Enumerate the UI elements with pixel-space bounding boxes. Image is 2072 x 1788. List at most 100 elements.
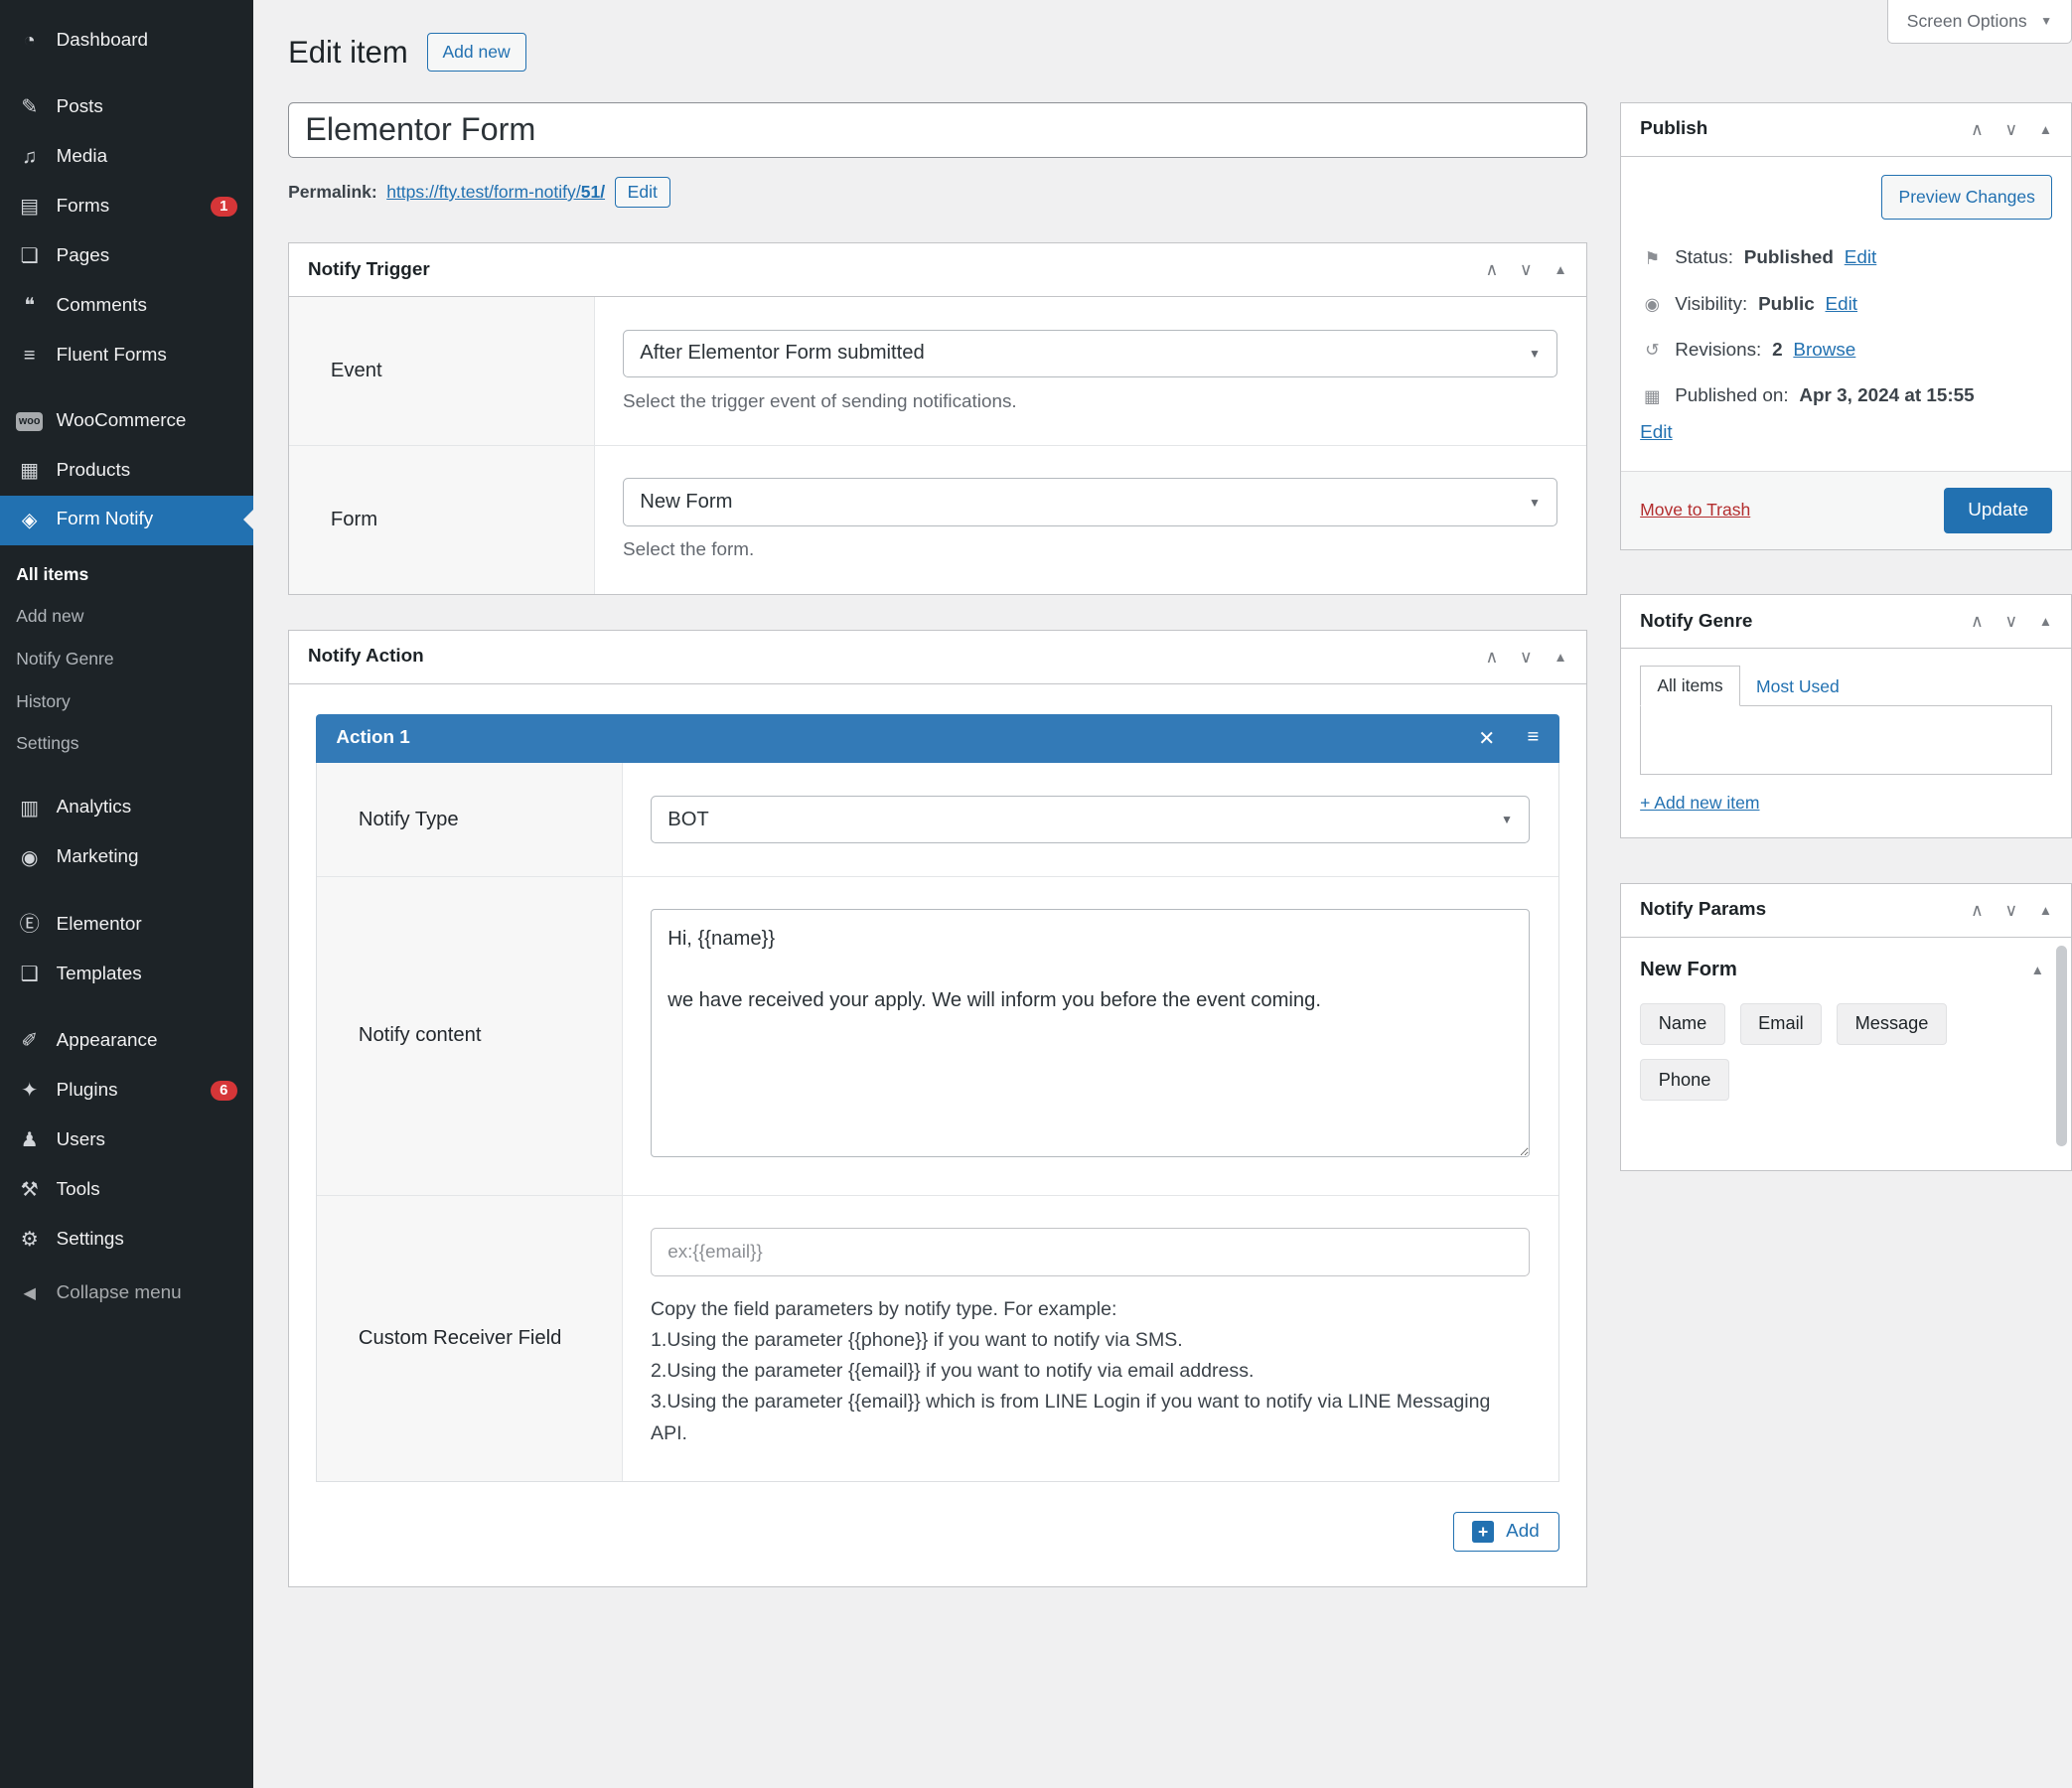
notify-type-select[interactable]: BOT ▼: [651, 795, 1531, 844]
metabox-title: Notify Genre: [1640, 610, 1753, 632]
sidebar-item-media[interactable]: ♫ Media: [0, 133, 253, 183]
revisions-label: Revisions:: [1675, 339, 1762, 361]
drag-handle-icon[interactable]: ≡: [1528, 726, 1540, 751]
submenu-item-add-new[interactable]: Add new: [0, 596, 253, 639]
post-title-input[interactable]: [288, 101, 1587, 159]
sidebar-item-elementor[interactable]: Ⓔ Elementor: [0, 900, 253, 950]
products-icon: ▦: [20, 459, 40, 482]
add-action-button[interactable]: + Add: [1452, 1512, 1559, 1553]
order-up-icon[interactable]: ∧: [1475, 254, 1509, 286]
published-on-edit-link[interactable]: Edit: [1640, 422, 1673, 443]
sidebar-item-label: Form Notify: [56, 509, 154, 530]
sidebar-item-analytics[interactable]: ▥ Analytics: [0, 784, 253, 833]
submenu-item-all-items[interactable]: All items: [0, 553, 253, 596]
metabox-header[interactable]: Notify Params ∧ ∨ ▲: [1621, 884, 2071, 938]
metabox-header[interactable]: Notify Action ∧ ∨ ▲: [289, 631, 1586, 684]
plus-icon: +: [1472, 1521, 1494, 1543]
sidebar-item-settings[interactable]: ⚙ Settings: [0, 1215, 253, 1265]
calendar-icon: ▦: [1644, 385, 1661, 406]
sidebar-item-form-notify[interactable]: ◈ Form Notify: [0, 495, 254, 545]
param-chip-phone[interactable]: Phone: [1640, 1059, 1729, 1102]
submenu-item-settings[interactable]: Settings: [0, 722, 253, 765]
custom-receiver-input[interactable]: [651, 1228, 1531, 1277]
order-up-icon[interactable]: ∧: [1960, 113, 1994, 145]
tools-icon: ⚒: [20, 1178, 39, 1201]
event-select[interactable]: After Elementor Form submitted ▼: [623, 329, 1558, 378]
screen-options-button[interactable]: Screen Options ▼: [1886, 0, 2072, 44]
sidebar-item-label: Analytics: [56, 797, 132, 819]
toggle-panel-icon[interactable]: ▲: [2028, 609, 2063, 635]
page-title: Edit item: [288, 34, 408, 70]
add-new-genre-link[interactable]: + Add new item: [1640, 793, 1759, 813]
sidebar-item-marketing[interactable]: ◉ Marketing: [0, 833, 253, 883]
action-header-bar[interactable]: Action 1 ✕ ≡: [316, 713, 1559, 764]
published-on-label: Published on:: [1675, 385, 1789, 407]
sidebar-item-appearance[interactable]: ✐ Appearance: [0, 1016, 253, 1066]
sidebar-item-fluent-forms[interactable]: ≡ Fluent Forms: [0, 331, 253, 380]
submenu-item-notify-genre[interactable]: Notify Genre: [0, 638, 253, 680]
update-button[interactable]: Update: [1944, 488, 2053, 533]
permalink-url-slug: 51/: [580, 182, 606, 203]
sidebar-item-pages[interactable]: ❏ Pages: [0, 231, 253, 281]
main-column: Permalink: https://fty.test/form-notify/…: [288, 101, 1587, 1588]
param-chip-message[interactable]: Message: [1837, 1002, 1947, 1045]
sidebar-item-woocommerce[interactable]: woo WooCommerce: [0, 397, 253, 446]
order-up-icon[interactable]: ∧: [1960, 606, 1994, 638]
form-select[interactable]: New Form ▼: [623, 478, 1558, 526]
sidebar-item-templates[interactable]: ❑ Templates: [0, 950, 253, 999]
order-down-icon[interactable]: ∨: [1995, 113, 2028, 145]
param-chip-name[interactable]: Name: [1640, 1002, 1725, 1045]
order-down-icon[interactable]: ∨: [1509, 641, 1543, 672]
permalink-link[interactable]: https://fty.test/form-notify/51/: [386, 182, 605, 203]
genre-tabs: All items Most Used: [1640, 665, 2052, 707]
plugins-icon: ✦: [21, 1080, 39, 1103]
add-new-button[interactable]: Add new: [426, 33, 526, 73]
status-edit-link[interactable]: Edit: [1845, 247, 1877, 269]
order-up-icon[interactable]: ∧: [1960, 894, 1994, 926]
metabox-header[interactable]: Publish ∧ ∨ ▲: [1621, 103, 2071, 157]
sidebar-item-posts[interactable]: ✎ Posts: [0, 83, 253, 133]
metabox-controls: ∧ ∨ ▲: [1960, 606, 2063, 638]
sidebar-item-users[interactable]: ♟ Users: [0, 1116, 253, 1165]
submenu-item-history[interactable]: History: [0, 680, 253, 723]
help-line: 3.Using the parameter {{email}} which is…: [651, 1391, 1491, 1444]
notify-content-textarea[interactable]: Hi, {{name}} we have received your apply…: [651, 909, 1531, 1157]
toggle-panel-icon[interactable]: ▲: [2028, 116, 2063, 142]
collapse-section-icon[interactable]: ▲: [2031, 963, 2044, 977]
revisions-browse-link[interactable]: Browse: [1793, 340, 1855, 362]
notify-genre-metabox: Notify Genre ∧ ∨ ▲ All items Most Used +…: [1620, 594, 2072, 839]
tab-most-used[interactable]: Most Used: [1740, 668, 1855, 707]
toggle-panel-icon[interactable]: ▲: [2028, 897, 2063, 923]
scrollbar[interactable]: [2056, 945, 2067, 1200]
sidebar-item-products[interactable]: ▦ Products: [0, 446, 253, 496]
metabox-controls: ∧ ∨ ▲: [1475, 254, 1578, 286]
metabox-header[interactable]: Notify Genre ∧ ∨ ▲: [1621, 595, 2071, 650]
event-label: Event: [289, 297, 595, 445]
order-up-icon[interactable]: ∧: [1475, 641, 1509, 672]
scrollbar-thumb[interactable]: [2056, 945, 2067, 1146]
close-icon[interactable]: ✕: [1478, 726, 1495, 751]
sidebar-item-tools[interactable]: ⚒ Tools: [0, 1165, 253, 1215]
sidebar-item-comments[interactable]: ❝ Comments: [0, 281, 253, 331]
tab-all-items[interactable]: All items: [1640, 665, 1740, 707]
edit-permalink-button[interactable]: Edit: [614, 177, 670, 209]
order-down-icon[interactable]: ∨: [1995, 894, 2028, 926]
preview-changes-button[interactable]: Preview Changes: [1881, 175, 2053, 220]
metabox-header[interactable]: Notify Trigger ∧ ∨ ▲: [289, 243, 1586, 298]
revisions-value: 2: [1772, 339, 1783, 361]
templates-icon: ❑: [20, 963, 39, 985]
order-down-icon[interactable]: ∨: [1995, 606, 2028, 638]
sidebar-item-forms[interactable]: ▤ Forms 1: [0, 182, 253, 231]
param-chip-email[interactable]: Email: [1739, 1002, 1823, 1045]
order-down-icon[interactable]: ∨: [1509, 254, 1543, 286]
sidebar-item-label: Settings: [56, 1228, 124, 1250]
chevron-down-icon: ▼: [1529, 495, 1542, 510]
toggle-panel-icon[interactable]: ▲: [1544, 644, 1578, 670]
sidebar-item-plugins[interactable]: ✦ Plugins 6: [0, 1066, 253, 1116]
toggle-panel-icon[interactable]: ▲: [1544, 257, 1578, 283]
move-to-trash-link[interactable]: Move to Trash: [1640, 500, 1750, 521]
metabox-title: Notify Params: [1640, 899, 1767, 921]
sidebar-item-dashboard[interactable]: ◔ Dashboard: [0, 16, 253, 66]
collapse-menu-button[interactable]: ◀ Collapse menu: [0, 1269, 253, 1318]
visibility-edit-link[interactable]: Edit: [1826, 294, 1858, 316]
